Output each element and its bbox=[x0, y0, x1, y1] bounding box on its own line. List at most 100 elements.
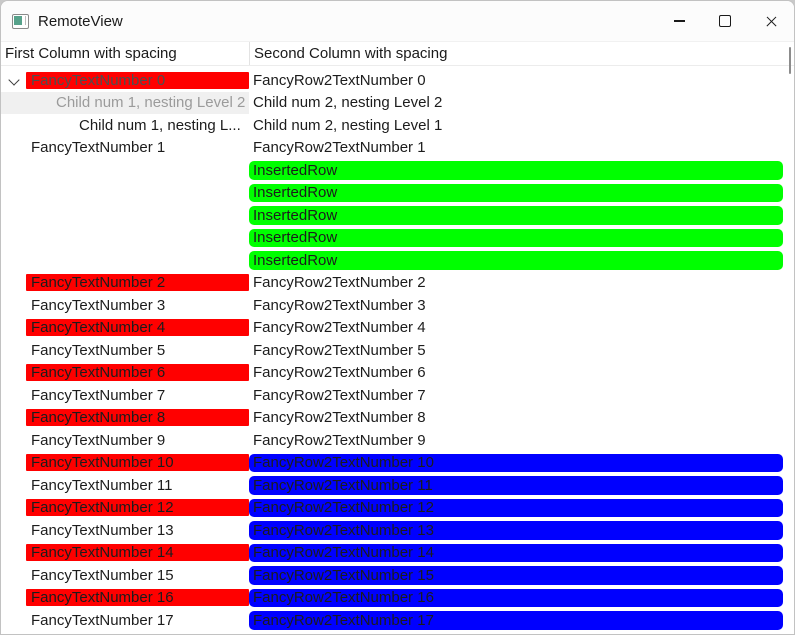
table-row: FancyTextNumber 10 FancyRow2TextNumber 1… bbox=[1, 452, 794, 475]
tree-cell-col1[interactable] bbox=[1, 227, 249, 250]
chevron-down-icon[interactable] bbox=[8, 74, 20, 86]
cell-text: Child num 1, nesting Level 2 bbox=[56, 94, 246, 112]
tree-cell-col2[interactable]: FancyRow2TextNumber 17 bbox=[249, 609, 783, 632]
tree-cell-col1[interactable] bbox=[1, 159, 249, 182]
tree-cell-col1[interactable] bbox=[1, 204, 249, 227]
table-row: FancyTextNumber 11 FancyRow2TextNumber 1… bbox=[1, 474, 794, 497]
table-row: InsertedRow bbox=[1, 227, 794, 250]
tree-cell-col2[interactable]: FancyRow2TextNumber 2 bbox=[249, 272, 783, 295]
green-highlight-bar: InsertedRow bbox=[249, 206, 783, 225]
tree-cell-col1[interactable]: FancyTextNumber 11 bbox=[1, 474, 249, 497]
cell-text: FancyTextNumber 15 bbox=[31, 566, 174, 584]
tree-cell-col2[interactable]: FancyRow2TextNumber 1 bbox=[249, 137, 783, 160]
cell-text: FancyRow2TextNumber 7 bbox=[253, 386, 426, 404]
tree-cell-col2[interactable]: Child num 2, nesting Level 1 bbox=[249, 114, 783, 137]
green-highlight-bar: InsertedRow bbox=[249, 251, 783, 270]
table-row: FancyTextNumber 7 FancyRow2TextNumber 7 bbox=[1, 384, 794, 407]
tree-cell-col2[interactable]: InsertedRow bbox=[249, 159, 783, 182]
cell-text: FancyRow2TextNumber 8 bbox=[253, 409, 426, 427]
tree-cell-col1[interactable] bbox=[1, 182, 249, 205]
tree-cell-col2[interactable]: FancyRow2TextNumber 7 bbox=[249, 384, 783, 407]
tree-cell-col1[interactable]: FancyTextNumber 17 bbox=[1, 609, 249, 632]
tree-cell-col1[interactable]: FancyTextNumber 16 bbox=[1, 587, 249, 610]
tree-cell-col2[interactable]: FancyRow2TextNumber 0 bbox=[249, 69, 783, 92]
tree-cell-col2[interactable]: FancyRow2TextNumber 9 bbox=[249, 429, 783, 452]
tree-cell-col2[interactable]: FancyRow2TextNumber 4 bbox=[249, 317, 783, 340]
tree-cell-col2[interactable]: FancyRow2TextNumber 3 bbox=[249, 294, 783, 317]
green-highlight-bar: InsertedRow bbox=[249, 161, 783, 180]
tree-view: FancyTextNumber 0 FancyRow2TextNumber 0 … bbox=[1, 66, 794, 635]
tree-cell-col1[interactable]: Child num 1, nesting L... bbox=[1, 114, 249, 137]
tree-cell-col2[interactable]: InsertedRow bbox=[249, 204, 783, 227]
tree-cell-col2[interactable]: FancyRow2TextNumber 8 bbox=[249, 407, 783, 430]
tree-cell-col1[interactable]: FancyTextNumber 0 bbox=[1, 69, 249, 92]
tree-cell-col2[interactable]: FancyRow2TextNumber 18 bbox=[249, 632, 783, 634]
table-row: FancyTextNumber 0 FancyRow2TextNumber 0 bbox=[1, 69, 794, 92]
tree-cell-col2[interactable]: InsertedRow bbox=[249, 249, 783, 272]
tree-cell-col1[interactable] bbox=[1, 249, 249, 272]
table-row: FancyTextNumber 5 FancyRow2TextNumber 5 bbox=[1, 339, 794, 362]
minimize-icon bbox=[673, 20, 685, 22]
tree-cell-col2[interactable]: InsertedRow bbox=[249, 182, 783, 205]
tree-cell-col1[interactable]: FancyTextNumber 3 bbox=[1, 294, 249, 317]
cell-text: FancyTextNumber 13 bbox=[31, 521, 174, 539]
table-row: InsertedRow bbox=[1, 204, 794, 227]
app-window-icon[interactable] bbox=[12, 13, 29, 29]
tree-cell-col2[interactable]: FancyRow2TextNumber 13 bbox=[249, 519, 783, 542]
tree-cell-col2[interactable]: FancyRow2TextNumber 16 bbox=[249, 587, 783, 610]
tree-cell-col1[interactable]: FancyTextNumber 2 bbox=[1, 272, 249, 295]
table-row: InsertedRow bbox=[1, 159, 794, 182]
red-highlight-bar: FancyTextNumber 8 bbox=[26, 409, 249, 426]
red-highlight-bar: FancyTextNumber 14 bbox=[26, 544, 249, 561]
tree-cell-col2[interactable]: InsertedRow bbox=[249, 227, 783, 250]
vertical-scrollbar-thumb[interactable] bbox=[788, 47, 791, 74]
tree-cell-col1[interactable]: FancyTextNumber 4 bbox=[1, 317, 249, 340]
tree-cell-col1[interactable]: FancyTextNumber 13 bbox=[1, 519, 249, 542]
tree-cell-col2[interactable]: Child num 2, nesting Level 2 bbox=[249, 92, 783, 115]
tree-cell-col1[interactable]: FancyTextNumber 14 bbox=[1, 542, 249, 565]
column-header-second[interactable]: Second Column with spacing bbox=[249, 42, 794, 65]
maximize-button[interactable] bbox=[702, 1, 748, 41]
column-header-first[interactable]: First Column with spacing bbox=[1, 42, 249, 65]
table-row: FancyTextNumber 12 FancyRow2TextNumber 1… bbox=[1, 497, 794, 520]
tree-cell-col1[interactable]: FancyTextNumber 15 bbox=[1, 564, 249, 587]
table-row: InsertedRow bbox=[1, 182, 794, 205]
tree-cell-col2[interactable]: FancyRow2TextNumber 15 bbox=[249, 564, 783, 587]
red-highlight-bar: FancyTextNumber 6 bbox=[26, 364, 249, 381]
table-row: FancyTextNumber 9 FancyRow2TextNumber 9 bbox=[1, 429, 794, 452]
tree-cell-col2[interactable]: FancyRow2TextNumber 14 bbox=[249, 542, 783, 565]
minimize-button[interactable] bbox=[656, 1, 702, 41]
cell-text: Child num 1, nesting L... bbox=[79, 116, 241, 134]
maximize-icon bbox=[719, 15, 731, 27]
close-button[interactable] bbox=[748, 1, 794, 41]
table-row: FancyTextNumber 13 FancyRow2TextNumber 1… bbox=[1, 519, 794, 542]
remoteview-window: RemoteView First Column with spacing Sec… bbox=[0, 0, 795, 635]
tree-cell-col2[interactable]: FancyRow2TextNumber 11 bbox=[249, 474, 783, 497]
cell-text: FancyTextNumber 5 bbox=[31, 341, 166, 359]
tree-cell-col1[interactable]: FancyTextNumber 6 bbox=[1, 362, 249, 385]
tree-cell-col1[interactable]: FancyTextNumber 10 bbox=[1, 452, 249, 475]
table-row: FancyTextNumber 16 FancyRow2TextNumber 1… bbox=[1, 587, 794, 610]
cell-text: FancyTextNumber 17 bbox=[31, 611, 174, 629]
red-highlight-bar: FancyTextNumber 2 bbox=[26, 274, 249, 291]
tree-cell-col1[interactable]: FancyTextNumber 7 bbox=[1, 384, 249, 407]
tree-cell-col2[interactable]: FancyRow2TextNumber 5 bbox=[249, 339, 783, 362]
table-row: Child num 1, nesting Level 2 Child num 2… bbox=[1, 91, 794, 115]
tree-cell-col1[interactable]: FancyTextNumber 1 bbox=[1, 137, 249, 160]
tree-cell-col1[interactable]: Child num 1, nesting Level 2 bbox=[1, 91, 249, 114]
red-highlight-bar: FancyTextNumber 0 bbox=[26, 71, 249, 89]
table-row: Child num 1, nesting L... Child num 2, n… bbox=[1, 114, 794, 137]
red-highlight-bar: FancyTextNumber 16 bbox=[26, 589, 249, 606]
tree-cell-col1[interactable]: FancyTextNumber 18 bbox=[1, 632, 249, 635]
tree-cell-col1[interactable]: FancyTextNumber 12 bbox=[1, 497, 249, 520]
table-row: FancyTextNumber 6 FancyRow2TextNumber 6 bbox=[1, 362, 794, 385]
tree-cell-col1[interactable]: FancyTextNumber 5 bbox=[1, 339, 249, 362]
tree-cell-col1[interactable]: FancyTextNumber 9 bbox=[1, 429, 249, 452]
blue-highlight-bar: FancyRow2TextNumber 13 bbox=[249, 521, 783, 540]
tree-cell-col2[interactable]: FancyRow2TextNumber 6 bbox=[249, 362, 783, 385]
table-row: InsertedRow bbox=[1, 249, 794, 272]
table-row: FancyTextNumber 2 FancyRow2TextNumber 2 bbox=[1, 272, 794, 295]
tree-cell-col2[interactable]: FancyRow2TextNumber 12 bbox=[249, 497, 783, 520]
tree-cell-col2[interactable]: FancyRow2TextNumber 10 bbox=[249, 452, 783, 475]
tree-cell-col1[interactable]: FancyTextNumber 8 bbox=[1, 407, 249, 430]
